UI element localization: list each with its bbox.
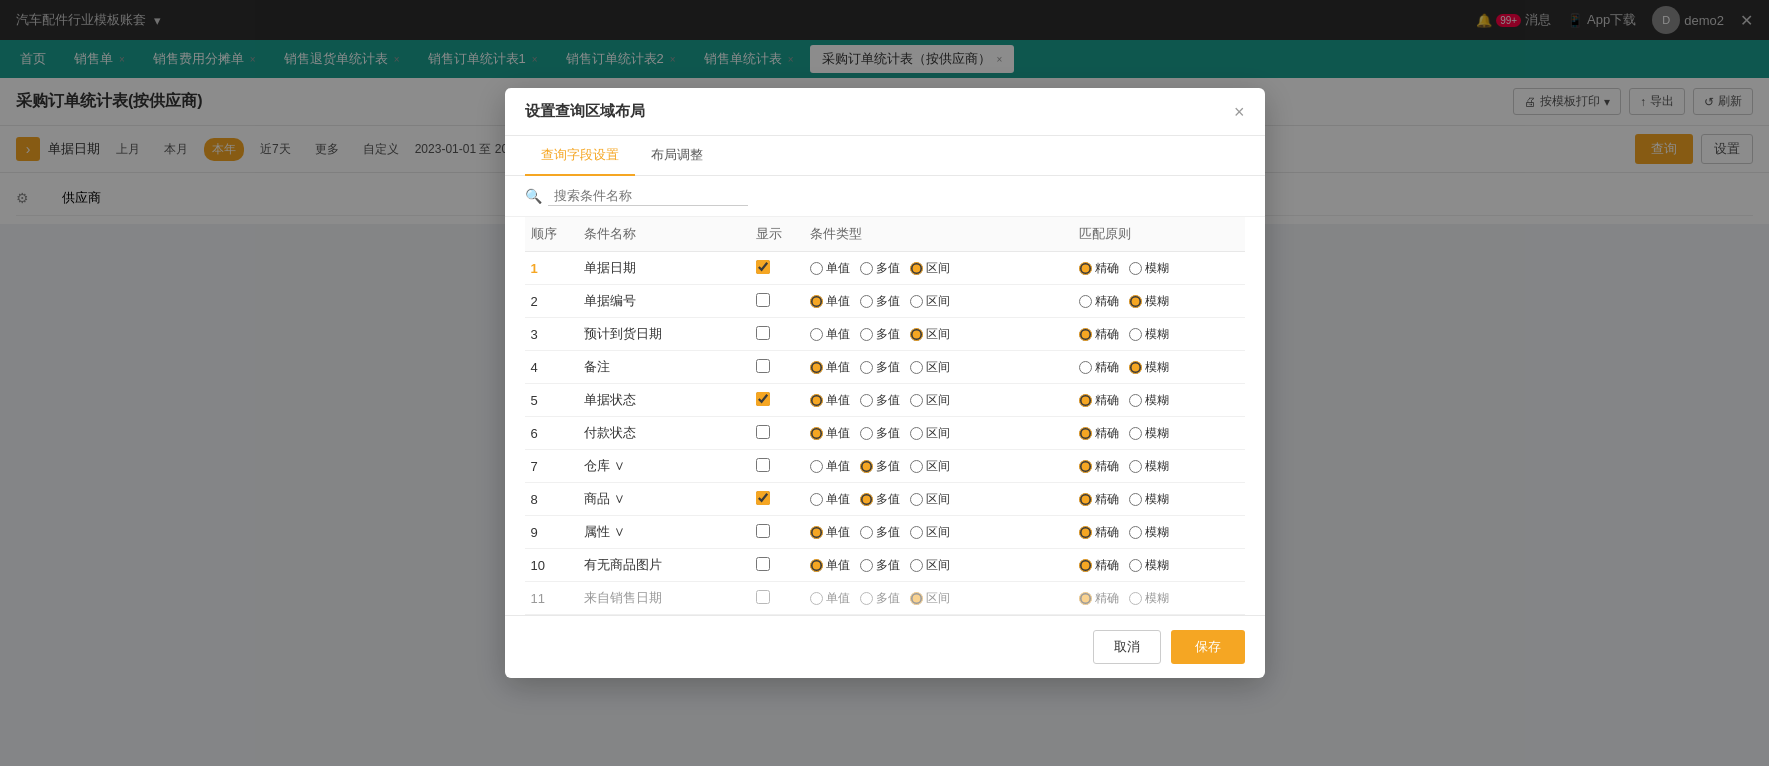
modal-tab-layout[interactable]: 布局调整 bbox=[635, 136, 719, 176]
modal-table: 顺序 条件名称 显示 条件类型 匹配原则 1单据日期单值多值区间精确模糊2单据编… bbox=[525, 217, 1245, 224]
modal-header: 设置查询区域布局 × bbox=[505, 88, 1265, 136]
modal-table-wrap: 顺序 条件名称 显示 条件类型 匹配原则 1单据日期单值多值区间精确模糊2单据编… bbox=[505, 217, 1265, 224]
modal-tabs: 查询字段设置 布局调整 bbox=[505, 136, 1265, 176]
modal-tab-query-fields[interactable]: 查询字段设置 bbox=[525, 136, 635, 176]
th-name: 条件名称 bbox=[578, 217, 750, 224]
th-type: 条件类型 bbox=[804, 217, 1073, 224]
th-match: 匹配原则 bbox=[1073, 217, 1245, 224]
th-display: 显示 bbox=[750, 217, 804, 224]
search-input[interactable] bbox=[548, 186, 748, 206]
settings-modal: 设置查询区域布局 × 查询字段设置 布局调整 🔍 顺序 条件名称 bbox=[505, 88, 1265, 224]
modal-search-area: 🔍 bbox=[505, 176, 1265, 217]
modal-title: 设置查询区域布局 bbox=[525, 102, 645, 121]
table-header: 顺序 条件名称 显示 条件类型 匹配原则 bbox=[525, 217, 1245, 224]
search-icon: 🔍 bbox=[525, 188, 542, 204]
modal-overlay: 设置查询区域布局 × 查询字段设置 布局调整 🔍 顺序 条件名称 bbox=[0, 0, 1769, 224]
modal-close-btn[interactable]: × bbox=[1234, 103, 1245, 121]
th-order: 顺序 bbox=[525, 217, 579, 224]
